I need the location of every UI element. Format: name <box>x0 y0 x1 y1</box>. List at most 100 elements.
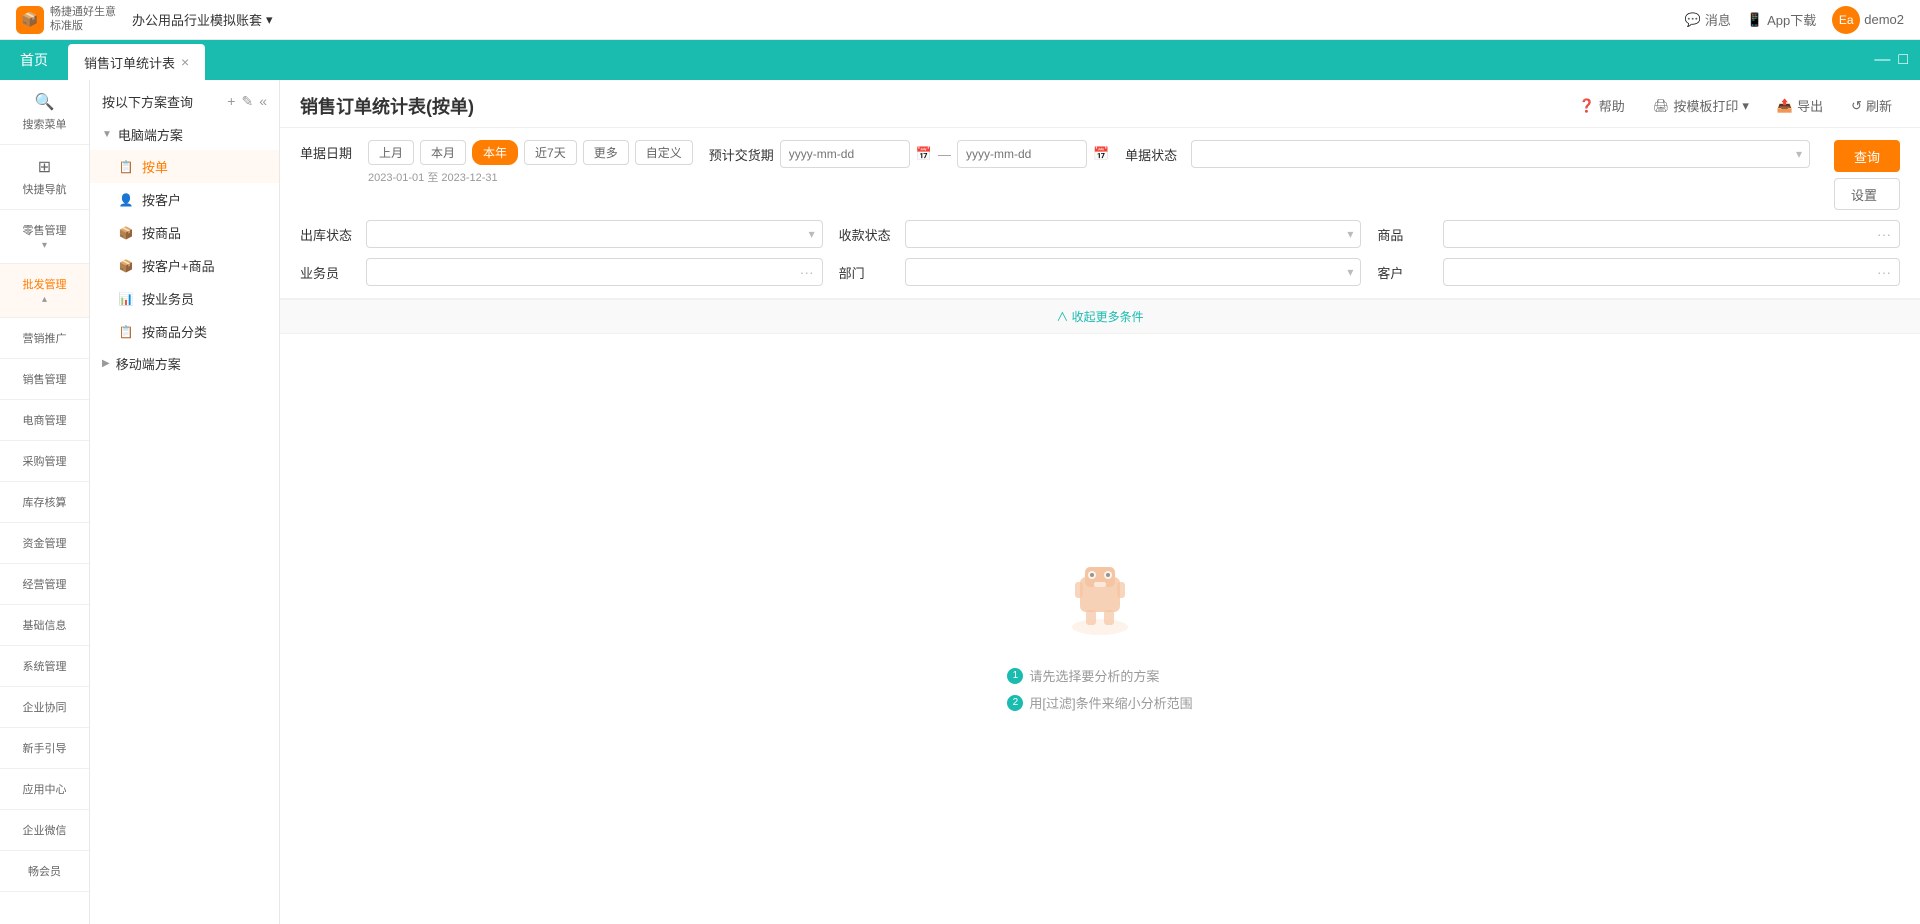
sidebar-item-retail[interactable]: 零售管理 ▾ <box>0 210 89 264</box>
main-layout: 🔍 搜索菜单 ⊞ 快捷导航 零售管理 ▾ 批发管理 ▴ 营销推广 销售管理 电商… <box>0 80 1920 924</box>
salesperson-label: 业务员 <box>300 263 360 282</box>
hint1-num: 1 <box>1007 668 1023 684</box>
settings-button[interactable]: 设置 <box>1834 178 1900 210</box>
dept-select[interactable] <box>905 258 1362 286</box>
hint2-num: 2 <box>1007 695 1023 711</box>
group-expand-icon: ▼ <box>102 129 112 140</box>
user-menu[interactable]: Ea demo2 <box>1832 6 1904 34</box>
export-icon: 📤 <box>1777 98 1793 114</box>
chevron-down-icon: ▾ <box>1742 98 1749 114</box>
sidebar-item-finance[interactable]: 资金管理 <box>0 523 89 564</box>
delivery-status-label: 出库状态 <box>300 225 360 244</box>
collapse-bar[interactable]: ∧ 收起更多条件 <box>280 299 1920 334</box>
print-button[interactable]: 🖨 按模板打印 ▾ <box>1645 92 1757 119</box>
app-download-button[interactable]: 📱 App下载 <box>1747 10 1816 29</box>
sidebar-item-inventory[interactable]: 库存核算 <box>0 482 89 523</box>
sidebar-item-wechat[interactable]: 企业微信 <box>0 810 89 851</box>
sidebar-item-basic[interactable]: 基础信息 <box>0 605 89 646</box>
filter-area: 单据日期 上月 本月 本年 近7天 更多 自定义 2023-01-01 至 20… <box>280 128 1920 299</box>
page-header: 销售订单统计表(按单) ❓ 帮助 🖨 按模板打印 ▾ 📤 导出 <box>280 80 1920 128</box>
page-actions: ❓ 帮助 🖨 按模板打印 ▾ 📤 导出 ↺ 刷新 <box>1571 92 1900 119</box>
scheme-by-customer[interactable]: 👤 按客户 <box>90 183 279 216</box>
empty-illustration <box>1050 542 1150 642</box>
app-selector[interactable]: 办公用品行业模拟账套 ▾ <box>124 6 281 33</box>
date-btn-last-month[interactable]: 上月 <box>368 140 414 165</box>
add-scheme-button[interactable]: + <box>227 93 235 110</box>
sidebar-item-system[interactable]: 系统管理 <box>0 646 89 687</box>
minimize-button[interactable]: — <box>1874 51 1890 69</box>
sidebar-item-enterprise[interactable]: 企业协同 <box>0 687 89 728</box>
sidebar-item-purchase[interactable]: 采购管理 <box>0 441 89 482</box>
sidebar-item-wholesale[interactable]: 批发管理 ▴ <box>0 264 89 318</box>
scheme-by-customer-goods[interactable]: 📦 按客户+商品 <box>90 249 279 282</box>
category-icon: 📋 <box>118 324 134 340</box>
sidebar-item-member[interactable]: 畅会员 <box>0 851 89 892</box>
print-icon: 🖨 <box>1653 98 1670 114</box>
logo-icon: 📦 <box>16 6 44 34</box>
content-area: 按以下方案查询 + ✎ « ▼ 电脑端方案 📋 按单 👤 <box>90 80 1920 924</box>
sidebar-item-marketing[interactable]: 营销推广 <box>0 318 89 359</box>
expected-date-from[interactable] <box>780 140 910 168</box>
sidebar-item-ecommerce[interactable]: 电商管理 <box>0 400 89 441</box>
date-label: 单据日期 <box>300 143 360 162</box>
left-panel-header: 按以下方案查询 + ✎ « <box>90 88 279 115</box>
customer-label: 客户 <box>1377 263 1437 282</box>
tab-bar: 首页 销售订单统计表 × — □ <box>0 40 1920 80</box>
search-menu-item[interactable]: 🔍 搜索菜单 <box>0 80 89 145</box>
avatar: Ea <box>1832 6 1860 34</box>
query-button[interactable]: 查询 <box>1834 140 1900 172</box>
date-btn-more[interactable]: 更多 <box>583 140 629 165</box>
home-tab[interactable]: 首页 <box>0 40 68 80</box>
export-button[interactable]: 📤 导出 <box>1769 92 1831 119</box>
customer-dots-btn[interactable]: ··· <box>1877 264 1891 280</box>
desktop-scheme-group: ▼ 电脑端方案 📋 按单 👤 按客户 📦 按商品 📦 按客户+商品 <box>90 119 279 348</box>
date-btn-this-month[interactable]: 本月 <box>420 140 466 165</box>
delivery-status-select[interactable] <box>366 220 823 248</box>
payment-status-select[interactable] <box>905 220 1362 248</box>
doc-status-select[interactable] <box>1191 140 1810 168</box>
date-btn-custom[interactable]: 自定义 <box>635 140 693 165</box>
help-button[interactable]: ❓ 帮助 <box>1571 92 1633 119</box>
active-tab[interactable]: 销售订单统计表 × <box>68 44 205 80</box>
refresh-icon: ↺ <box>1851 98 1862 114</box>
tab-close-button[interactable]: × <box>181 54 189 70</box>
action-buttons: 查询 设置 <box>1834 140 1900 210</box>
goods-dots-btn[interactable]: ··· <box>1877 226 1891 242</box>
sidebar-item-operation[interactable]: 经营管理 <box>0 564 89 605</box>
refresh-button[interactable]: ↺ 刷新 <box>1843 92 1900 119</box>
desktop-group-header[interactable]: ▼ 电脑端方案 <box>90 119 279 150</box>
scheme-by-order[interactable]: 📋 按单 <box>90 150 279 183</box>
sidebar: 🔍 搜索菜单 ⊞ 快捷导航 零售管理 ▾ 批发管理 ▴ 营销推广 销售管理 电商… <box>0 80 90 924</box>
dept-label: 部门 <box>839 263 899 282</box>
mobile-scheme-group: ▶ 移动端方案 <box>90 348 279 379</box>
shortcut-nav-item[interactable]: ⊞ 快捷导航 <box>0 145 89 210</box>
mobile-group-header[interactable]: ▶ 移动端方案 <box>90 348 279 379</box>
maximize-button[interactable]: □ <box>1898 51 1908 69</box>
scheme-by-goods-category[interactable]: 📋 按商品分类 <box>90 315 279 348</box>
expected-date-label: 预计交货期 <box>709 145 774 164</box>
calendar-icon: 📅 <box>916 146 932 162</box>
sidebar-item-newbie[interactable]: 新手引导 <box>0 728 89 769</box>
top-bar: 📦 畅捷通好生意 标准版 办公用品行业模拟账套 ▾ 💬 消息 📱 App下载 E… <box>0 0 1920 40</box>
salesperson-dots-btn[interactable]: ··· <box>800 264 814 280</box>
tab-bar-right: — □ <box>1874 51 1920 69</box>
payment-status-label: 收款状态 <box>839 225 899 244</box>
sidebar-item-sales[interactable]: 销售管理 <box>0 359 89 400</box>
date-btn-this-year[interactable]: 本年 <box>472 140 518 165</box>
collapse-panel-button[interactable]: « <box>259 93 267 110</box>
scheme-by-salesperson[interactable]: 📊 按业务员 <box>90 282 279 315</box>
doc-status-label: 单据状态 <box>1125 145 1185 164</box>
date-btn-7days[interactable]: 近7天 <box>524 140 577 165</box>
expected-date-to[interactable] <box>957 140 1087 168</box>
order-icon: 📋 <box>118 159 134 175</box>
messages-button[interactable]: 💬 消息 <box>1685 10 1731 29</box>
right-panel: 销售订单统计表(按单) ❓ 帮助 🖨 按模板打印 ▾ 📤 导出 <box>280 80 1920 924</box>
group-collapse-icon: ▶ <box>102 358 110 369</box>
sidebar-item-apps[interactable]: 应用中心 <box>0 769 89 810</box>
scheme-by-goods[interactable]: 📦 按商品 <box>90 216 279 249</box>
empty-state: 1 请先选择要分析的方案 2 用[过滤]条件来缩小分析范围 <box>280 334 1920 924</box>
edit-scheme-button[interactable]: ✎ <box>241 93 253 110</box>
chevron-up-icon: ▴ <box>42 294 47 305</box>
left-panel-icons: + ✎ « <box>227 93 267 110</box>
left-panel: 按以下方案查询 + ✎ « ▼ 电脑端方案 📋 按单 👤 <box>90 80 280 924</box>
